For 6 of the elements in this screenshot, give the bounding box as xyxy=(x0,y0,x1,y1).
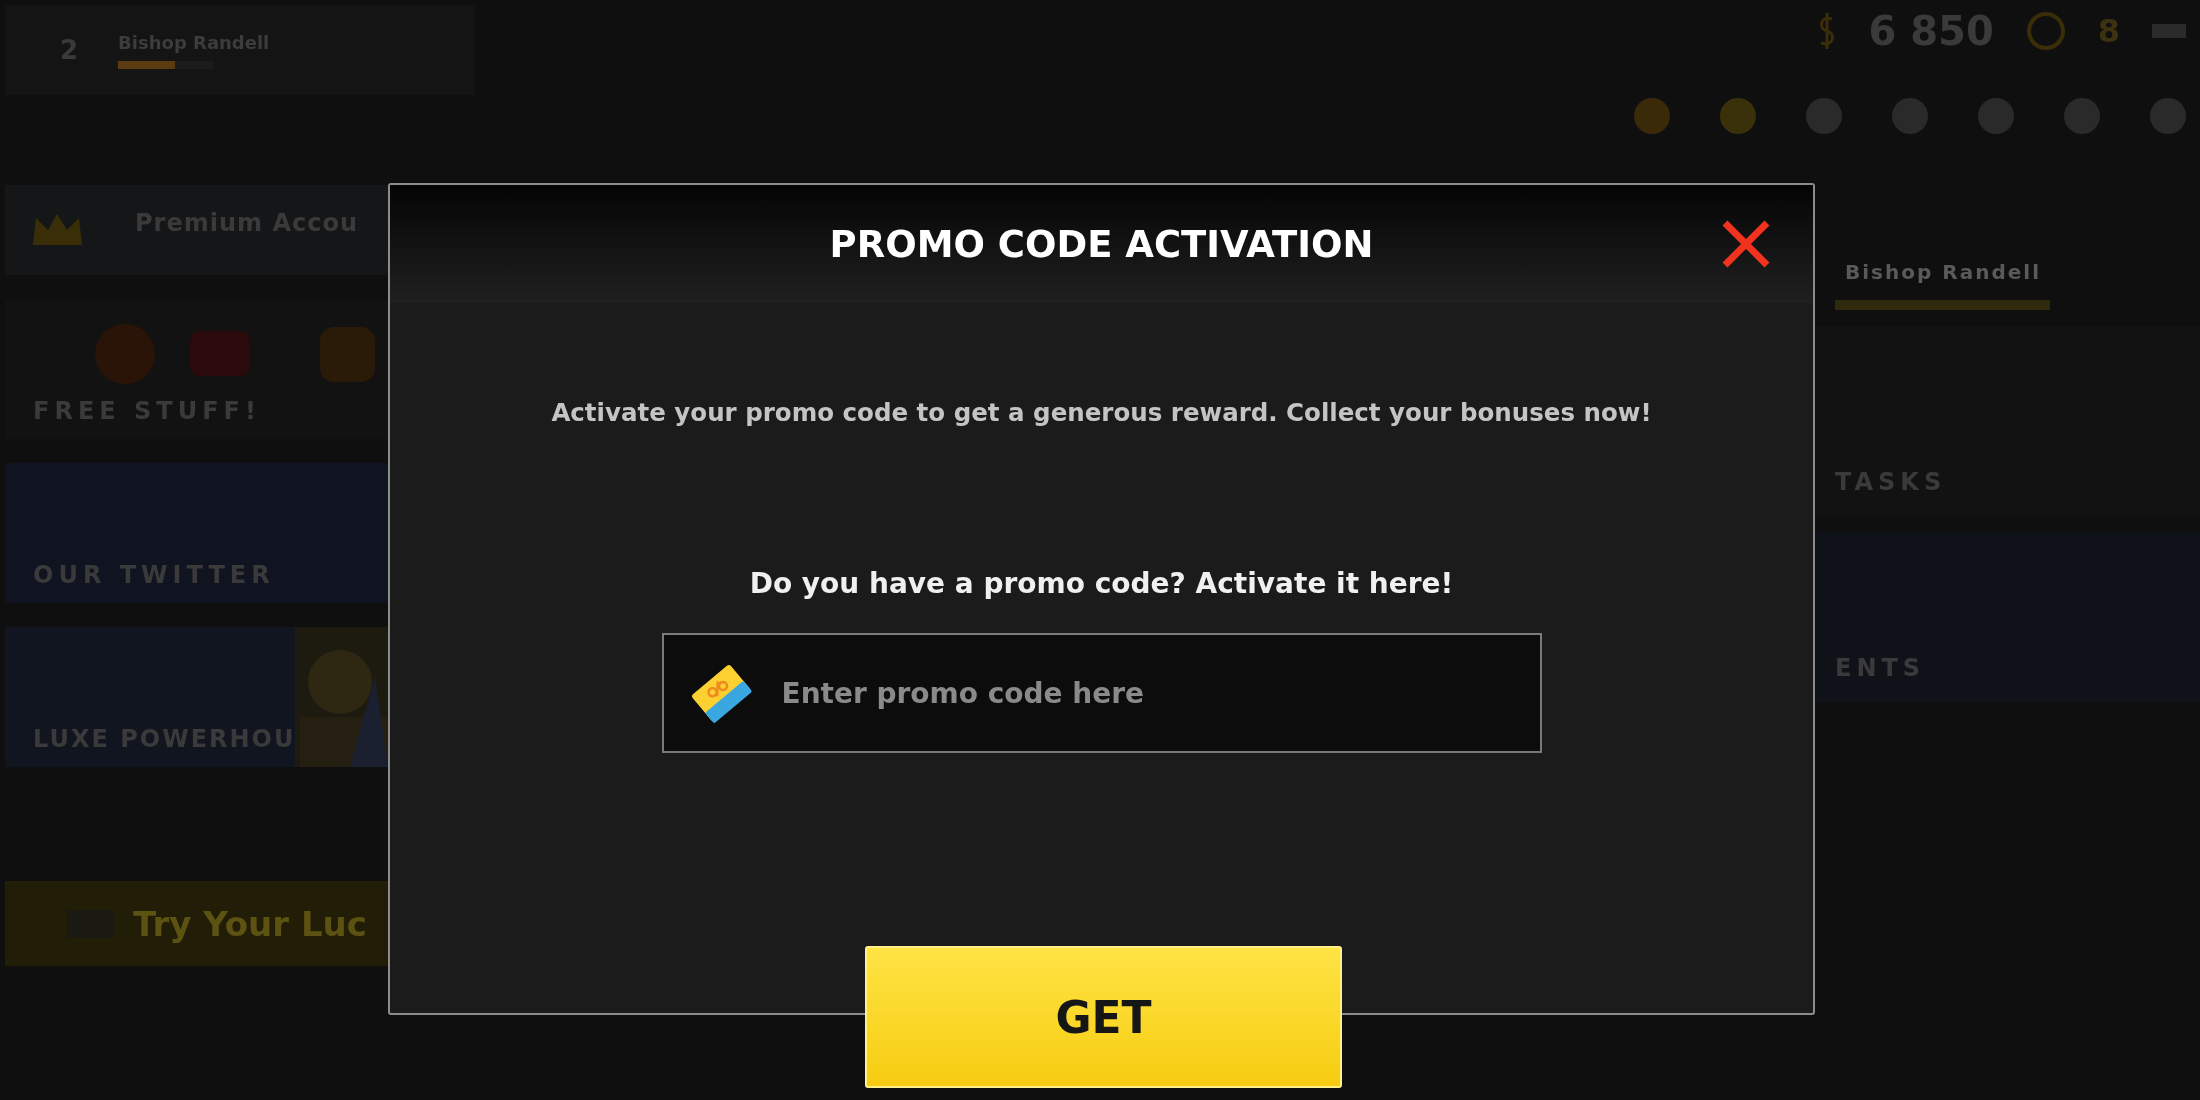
promo-code-field[interactable]: Enter promo code here xyxy=(661,633,1542,753)
dialog-title: PROMO CODE ACTIVATION xyxy=(829,222,1374,266)
get-button[interactable]: GET xyxy=(865,946,1342,1088)
profile-name: Bishop Randell xyxy=(1844,260,2042,284)
dialog-prompt: Do you have a promo code? Activate it here! xyxy=(749,567,1454,600)
dialog-description: Activate your promo code to get a generous reward. Collect your bonuses now! xyxy=(551,398,1652,427)
